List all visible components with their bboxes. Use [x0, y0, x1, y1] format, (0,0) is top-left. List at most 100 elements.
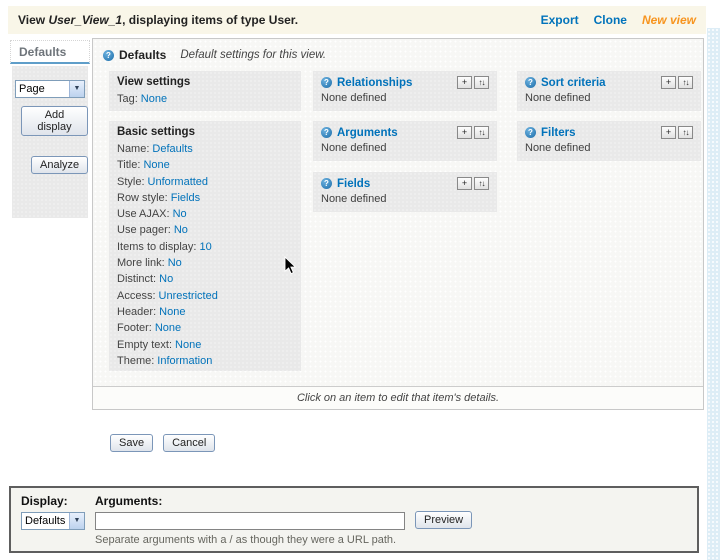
dropdown-arrow-icon: ▼ [69, 81, 84, 97]
setting-row: Style: Unformatted [117, 174, 293, 190]
header-links: Export Clone New view [541, 13, 696, 27]
setting-row: Empty text: None [117, 337, 293, 353]
fields-empty-text: None defined [321, 193, 387, 205]
new-view-link[interactable]: New view [642, 13, 696, 27]
setting-row: Title: None [117, 157, 293, 173]
display-settings-panel: ? Defaults Default settings for this vie… [92, 38, 704, 410]
cancel-button[interactable]: Cancel [163, 434, 216, 452]
setting-label: Footer: [117, 322, 152, 335]
setting-value-link[interactable]: Fields [171, 192, 200, 204]
setting-value-link[interactable]: No [168, 257, 182, 269]
basic-settings-box: Basic settings Name: Defaults Title: None … [109, 121, 301, 371]
sort-criteria-title-link[interactable]: Sort criteria [541, 77, 606, 89]
display-type-select[interactable]: Page ▼ [15, 80, 85, 98]
setting-label: Use AJAX: [117, 208, 170, 221]
setting-value-link[interactable]: Unrestricted [159, 290, 218, 302]
display-label: Display: [21, 494, 68, 508]
sort-criteria-empty-text: None defined [525, 92, 591, 104]
save-button[interactable]: Save [110, 434, 154, 452]
setting-label: Empty text: [117, 338, 173, 351]
setting-value-link[interactable]: No [173, 208, 187, 220]
relationships-bucket: ? Relationships + ↑↓ None defined [313, 71, 497, 111]
rearrange-icon[interactable]: ↑↓ [474, 177, 489, 190]
setting-label: Name: [117, 143, 150, 155]
help-icon[interactable]: ? [525, 77, 536, 88]
arguments-empty-text: None defined [321, 142, 387, 154]
setting-value-link[interactable]: No [174, 224, 188, 236]
help-icon[interactable]: ? [525, 127, 536, 138]
setting-value-link[interactable]: None [155, 322, 181, 334]
add-display-button[interactable]: Add display [21, 106, 88, 136]
fields-title-link[interactable]: Fields [337, 178, 370, 190]
setting-row: Use AJAX: No [117, 206, 293, 222]
view-title-suffix: , displaying items of type User. [122, 13, 299, 27]
preview-arguments-input[interactable] [95, 512, 405, 530]
setting-label: Header: [117, 305, 157, 318]
preview-panel: Display: Defaults ▼ Arguments: Preview S… [9, 486, 699, 553]
add-icon[interactable]: + [661, 126, 676, 139]
edit-hint-bar: Click on an item to edit that item's det… [93, 386, 703, 409]
sort-criteria-bucket: ? Sort criteria + ↑↓ None defined [517, 71, 701, 111]
setting-label: Access: [117, 289, 156, 302]
display-type-select-value: Page [19, 83, 45, 95]
export-link[interactable]: Export [541, 13, 579, 27]
setting-row: More link: No [117, 255, 293, 271]
setting-label: Theme: [117, 354, 155, 367]
view-settings-list: Tag: None [117, 91, 293, 107]
setting-value-link[interactable]: No [159, 273, 173, 285]
add-icon[interactable]: + [457, 76, 472, 89]
setting-value-link[interactable]: None [175, 339, 201, 351]
setting-row: Theme: Information [117, 353, 293, 369]
form-actions: Save Cancel [110, 434, 216, 452]
view-name: User_View_1 [48, 13, 123, 27]
rearrange-icon[interactable]: ↑↓ [474, 126, 489, 139]
setting-value-link[interactable]: None [141, 93, 167, 105]
setting-value-link[interactable]: None [159, 306, 185, 318]
preview-display-select-value: Defaults [25, 515, 66, 527]
tab-defaults-label: Defaults [19, 45, 67, 59]
setting-row: Header: None [117, 304, 293, 320]
setting-label: More link: [117, 257, 165, 270]
setting-value-link[interactable]: 10 [199, 241, 211, 253]
add-icon[interactable]: + [457, 126, 472, 139]
rearrange-icon[interactable]: ↑↓ [678, 126, 693, 139]
analyze-button[interactable]: Analyze [31, 156, 89, 174]
setting-row: Row style: Fields [117, 190, 293, 206]
preview-button[interactable]: Preview [415, 511, 473, 529]
setting-row: Items to display: 10 [117, 239, 293, 255]
relationships-title-link[interactable]: Relationships [337, 77, 412, 89]
page-background-strip [707, 28, 720, 560]
add-icon[interactable]: + [661, 76, 676, 89]
rearrange-icon[interactable]: ↑↓ [678, 76, 693, 89]
setting-row: Name: Defaults [117, 141, 293, 157]
setting-value-link[interactable]: Unformatted [148, 176, 209, 188]
help-icon[interactable]: ? [321, 178, 332, 189]
help-icon[interactable]: ? [321, 77, 332, 88]
arguments-label: Arguments: [95, 494, 163, 508]
filters-title-link[interactable]: Filters [541, 127, 576, 139]
arguments-title-link[interactable]: Arguments [337, 127, 398, 139]
tab-defaults[interactable]: Defaults [10, 40, 90, 64]
setting-label: Style: [117, 175, 145, 188]
relationships-empty-text: None defined [321, 92, 387, 104]
view-settings-box: View settings Tag: None [109, 71, 301, 111]
display-settings-subtitle: Default settings for this view. [180, 49, 327, 61]
add-icon[interactable]: + [457, 177, 472, 190]
view-settings-title: View settings [117, 76, 191, 88]
help-icon[interactable]: ? [103, 49, 114, 61]
arguments-bucket: ? Arguments + ↑↓ None defined [313, 121, 497, 161]
setting-row: Use pager: No [117, 222, 293, 238]
setting-value-link[interactable]: Defaults [152, 143, 192, 155]
preview-display-select[interactable]: Defaults ▼ [21, 512, 85, 530]
setting-label: Row style: [117, 191, 168, 204]
setting-row: Access: Unrestricted [117, 288, 293, 304]
clone-link[interactable]: Clone [594, 13, 627, 27]
basic-settings-title: Basic settings [117, 126, 195, 138]
arguments-help-text: Separate arguments with a / as though th… [95, 534, 397, 546]
rearrange-icon[interactable]: ↑↓ [474, 76, 489, 89]
basic-settings-list: Name: Defaults Title: None Style: Unformatt… [117, 141, 293, 369]
display-settings-title: Defaults [119, 48, 167, 62]
help-icon[interactable]: ? [321, 127, 332, 138]
setting-value-link[interactable]: Information [157, 355, 212, 367]
setting-value-link[interactable]: None [143, 159, 169, 171]
